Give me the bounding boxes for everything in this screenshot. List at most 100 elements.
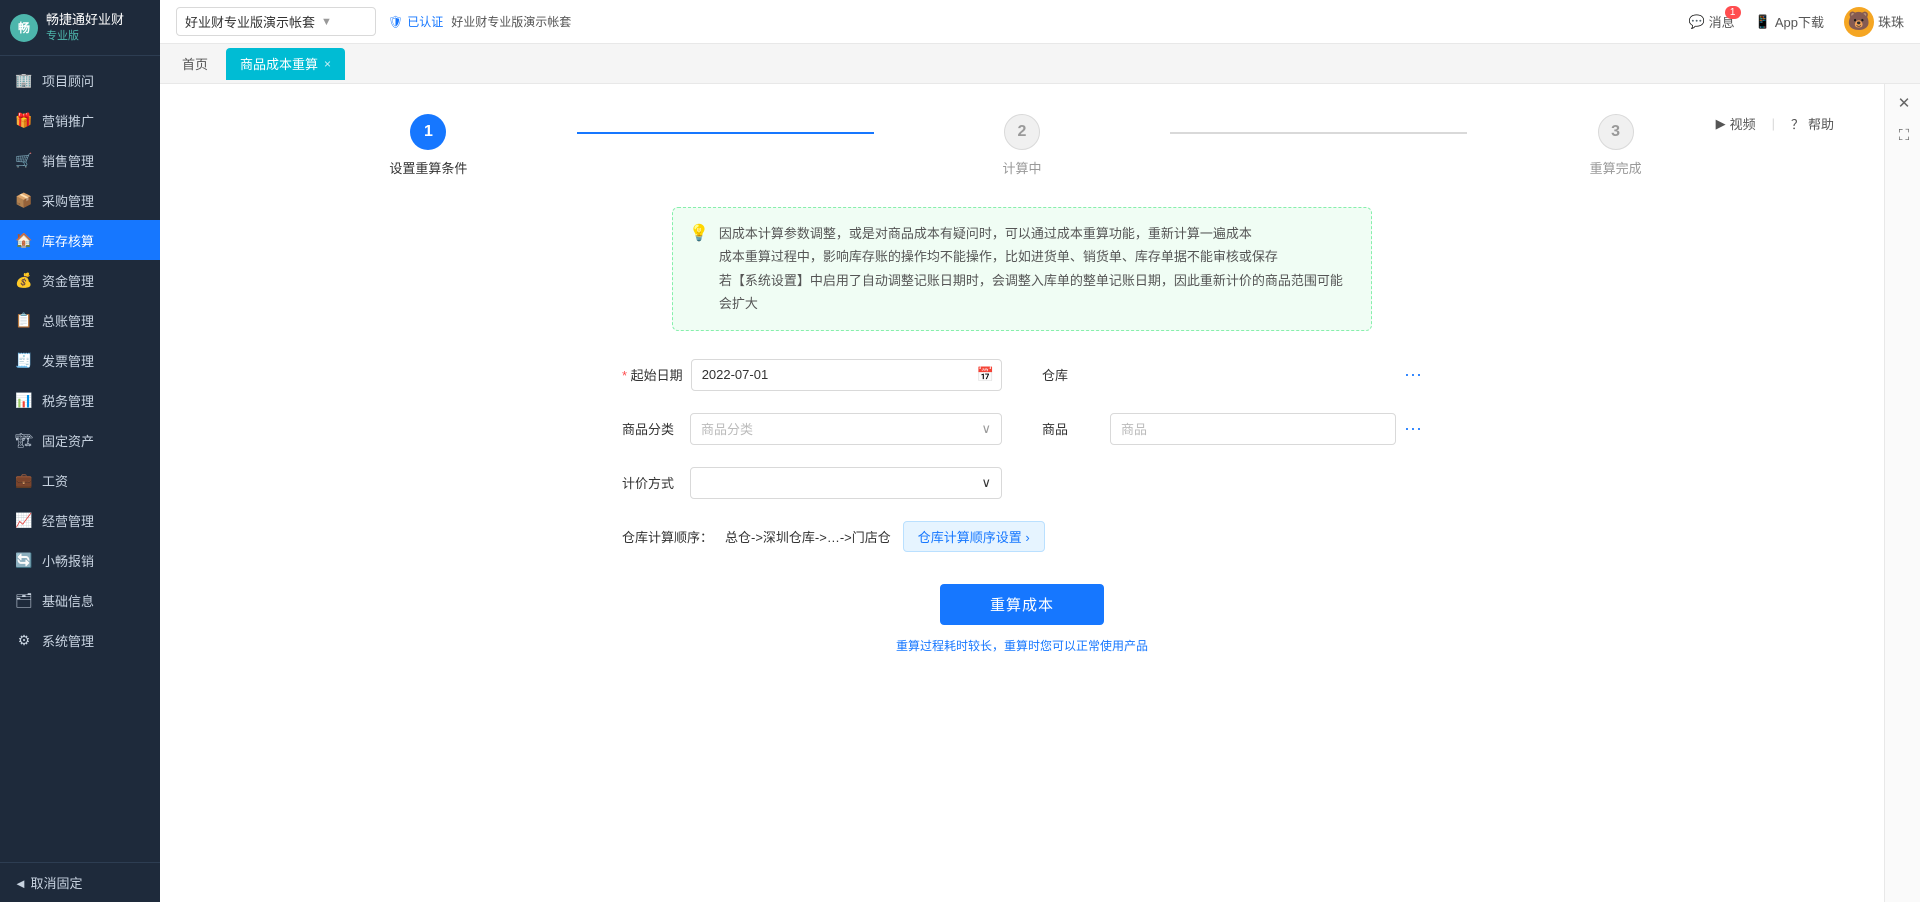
sidebar-item-salary[interactable]: 💼工资 bbox=[0, 460, 160, 500]
app-download-btn[interactable]: 📱 App下载 bbox=[1755, 12, 1824, 31]
sidebar-item-tax[interactable]: 📊 税务管理 bbox=[0, 380, 160, 420]
product-select-btn[interactable]: ··· bbox=[1404, 418, 1422, 439]
sidebar-item-finance[interactable]: 💰资金管理 bbox=[0, 260, 160, 300]
step-3-circle: 3 bbox=[1598, 114, 1634, 150]
sidebar-item-inventory[interactable]: 🏠 库存核算 bbox=[0, 220, 160, 260]
user-profile[interactable]: 🐻 珠珠 bbox=[1844, 7, 1904, 37]
nav-icon-expense: 🔄 bbox=[14, 550, 34, 570]
account-full-name: 好业财专业版演示帐套 bbox=[451, 13, 571, 30]
step-1-label: 设置重算条件 bbox=[389, 158, 467, 177]
warehouse-order-value: 总仓->深圳仓库->…->门店仓 bbox=[725, 527, 891, 546]
start-date-input[interactable] bbox=[691, 359, 1002, 391]
start-date-input-wrapper: 📅 bbox=[691, 359, 1002, 391]
calendar-icon[interactable]: 📅 bbox=[977, 366, 994, 383]
nav-icon-assets: 🏗 bbox=[14, 430, 34, 450]
category-arrow-icon: ∨ bbox=[981, 421, 991, 437]
pricing-select[interactable]: ∨ bbox=[690, 467, 1002, 499]
step-2: 2 计算中 bbox=[874, 114, 1171, 177]
sidebar-item-basic[interactable]: 🗂 基础信息 bbox=[0, 580, 160, 620]
nav-label-finance: 资金管理 bbox=[42, 271, 94, 290]
sidebar-item-operations[interactable]: 📈经营管理 bbox=[0, 500, 160, 540]
warehouse-select-btn[interactable]: ··· bbox=[1404, 364, 1422, 385]
sidebar-item-project[interactable]: 🏢 项目顾问 bbox=[0, 60, 160, 100]
nav-icon-project: 🏢 bbox=[14, 70, 34, 90]
nav-icon-purchase: 📦 bbox=[14, 190, 34, 210]
steps-container: 1 设置重算条件 2 计算中 3 重算完成 bbox=[200, 114, 1844, 177]
logo-text: 畅捷通好业财 专业版 bbox=[46, 12, 124, 43]
shield-icon: 🛡 bbox=[388, 15, 403, 29]
start-date-field: * 起始日期 📅 bbox=[622, 359, 1002, 391]
tab-recalc-close[interactable]: × bbox=[324, 57, 331, 71]
tab-recalc[interactable]: 商品成本重算 × bbox=[226, 48, 345, 80]
account-selector[interactable]: 好业财专业版演示帐套 ▼ bbox=[176, 7, 376, 36]
nav-icon-sales: 🛒 bbox=[14, 150, 34, 170]
sidebar-item-system[interactable]: ⚙ 系统管理 bbox=[0, 620, 160, 660]
nav-label-basic: 基础信息 bbox=[42, 591, 94, 610]
message-badge: 1 bbox=[1725, 6, 1741, 19]
step-1-circle: 1 bbox=[410, 114, 446, 150]
warehouse-order-row: 仓库计算顺序： 总仓->深圳仓库->…->门店仓 仓库计算顺序设置 › bbox=[622, 521, 1422, 552]
page-content: ▶ 视频 | ？ 帮助 1 设置重算条件 2 计算中 bbox=[160, 84, 1884, 902]
helper-box: 💡 因成本计算参数调整，或是对商品成本有疑问时，可以通过成本重算功能，重新计算一… bbox=[672, 207, 1372, 331]
sidebar-logo: 畅 畅捷通好业财 专业版 bbox=[0, 0, 160, 56]
nav-icon-inventory: 🏠 bbox=[14, 230, 34, 250]
sidebar-item-accounting[interactable]: 📋总账管理 bbox=[0, 300, 160, 340]
sidebar-item-marketing[interactable]: 🎁营销推广 bbox=[0, 100, 160, 140]
pricing-arrow-icon: ∨ bbox=[981, 475, 991, 491]
helper-line1: 因成本计算参数调整，或是对商品成本有疑问时，可以通过成本重算功能，重新计算一遍成… bbox=[719, 222, 1355, 245]
helper-text: 因成本计算参数调整，或是对商品成本有疑问时，可以通过成本重算功能，重新计算一遍成… bbox=[719, 222, 1355, 316]
nav-label-tax: 税务管理 bbox=[42, 391, 94, 410]
form-row-3: 计价方式 ∨ bbox=[622, 467, 1422, 499]
nav-icon-tax: 📊 bbox=[14, 390, 34, 410]
sidebar-item-sales[interactable]: 🛒销售管理 bbox=[0, 140, 160, 180]
account-name: 好业财专业版演示帐套 bbox=[185, 12, 315, 31]
verified-badge: 🛡 已认证 bbox=[388, 13, 443, 30]
app-download-label: App下载 bbox=[1775, 12, 1824, 31]
product-field: 商品 商品 ··· bbox=[1042, 413, 1422, 445]
nav-label-system: 系统管理 bbox=[42, 631, 94, 650]
nav-label-operations: 经营管理 bbox=[42, 511, 94, 530]
form-container: * 起始日期 📅 仓库 ··· bbox=[622, 359, 1422, 654]
top-header: 好业财专业版演示帐套 ▼ 🛡 已认证 好业财专业版演示帐套 💬 消息 1 📱 A… bbox=[160, 0, 1920, 44]
nav-label-salary: 工资 bbox=[42, 471, 68, 490]
step-3: 3 重算完成 bbox=[1467, 114, 1764, 177]
sidebar-item-expense[interactable]: 🔄 小畅报销 bbox=[0, 540, 160, 580]
expand-panel-btn[interactable]: ⛶ bbox=[1891, 122, 1917, 148]
logo-icon: 畅 bbox=[10, 14, 38, 42]
start-date-label: * 起始日期 bbox=[622, 365, 683, 384]
message-btn[interactable]: 💬 消息 1 bbox=[1688, 12, 1734, 31]
step-line-1 bbox=[577, 132, 874, 134]
sidebar: 畅 畅捷通好业财 专业版 🏢 项目顾问 🎁营销推广🛒销售管理📦采购管理 🏠 库存核算 💰资… bbox=[0, 0, 160, 902]
warehouse-label: 仓库 bbox=[1042, 365, 1102, 384]
nav-label-project: 项目顾问 bbox=[42, 71, 94, 90]
tab-recalc-label: 商品成本重算 bbox=[240, 54, 318, 73]
category-select[interactable]: 商品分类 ∨ bbox=[690, 413, 1002, 445]
sidebar-unpin-btn[interactable]: ◄ 取消固定 bbox=[0, 862, 160, 902]
warehouse-field: 仓库 ··· bbox=[1042, 364, 1422, 385]
nav-icon-system: ⚙ bbox=[14, 630, 34, 650]
nav-label-invoice: 发票管理 bbox=[42, 351, 94, 370]
sidebar-item-assets[interactable]: 🏗 固定资产 bbox=[0, 420, 160, 460]
sidebar-item-purchase[interactable]: 📦采购管理 bbox=[0, 180, 160, 220]
nav-label-marketing: 营销推广 bbox=[42, 111, 94, 130]
verified-label: 已认证 bbox=[407, 13, 443, 30]
nav-icon-basic: 🗂 bbox=[14, 590, 34, 610]
nav-label-expense: 小畅报销 bbox=[42, 551, 94, 570]
recalc-cost-btn[interactable]: 重算成本 bbox=[940, 584, 1104, 625]
main-area: 好业财专业版演示帐套 ▼ 🛡 已认证 好业财专业版演示帐套 💬 消息 1 📱 A… bbox=[160, 0, 1920, 902]
warehouse-order-label: 仓库计算顺序： bbox=[622, 527, 713, 546]
sidebar-nav: 🏢 项目顾问 🎁营销推广🛒销售管理📦采购管理 🏠 库存核算 💰资金管理📋总账管理 🧾 发票管理… bbox=[0, 56, 160, 862]
nav-icon-invoice: 🧾 bbox=[14, 350, 34, 370]
warehouse-order-settings-btn[interactable]: 仓库计算顺序设置 › bbox=[903, 521, 1045, 552]
close-panel-btn[interactable]: ✕ bbox=[1891, 90, 1917, 116]
sidebar-item-invoice[interactable]: 🧾 发票管理 bbox=[0, 340, 160, 380]
helper-line3: 若【系统设置】中启用了自动调整记账日期时，会调整入库单的整单记账日期，因此重新计… bbox=[719, 269, 1355, 316]
recalc-hint: 重算过程耗时较长，重算时您可以正常使用产品 bbox=[622, 637, 1422, 654]
user-name: 珠珠 bbox=[1878, 12, 1904, 31]
nav-label-assets: 固定资产 bbox=[42, 431, 94, 450]
avatar: 🐻 bbox=[1844, 7, 1874, 37]
tab-home[interactable]: 首页 bbox=[168, 48, 222, 80]
step-1: 1 设置重算条件 bbox=[280, 114, 577, 177]
nav-label-inventory: 库存核算 bbox=[42, 231, 94, 250]
pricing-field: 计价方式 ∨ bbox=[622, 467, 1002, 499]
